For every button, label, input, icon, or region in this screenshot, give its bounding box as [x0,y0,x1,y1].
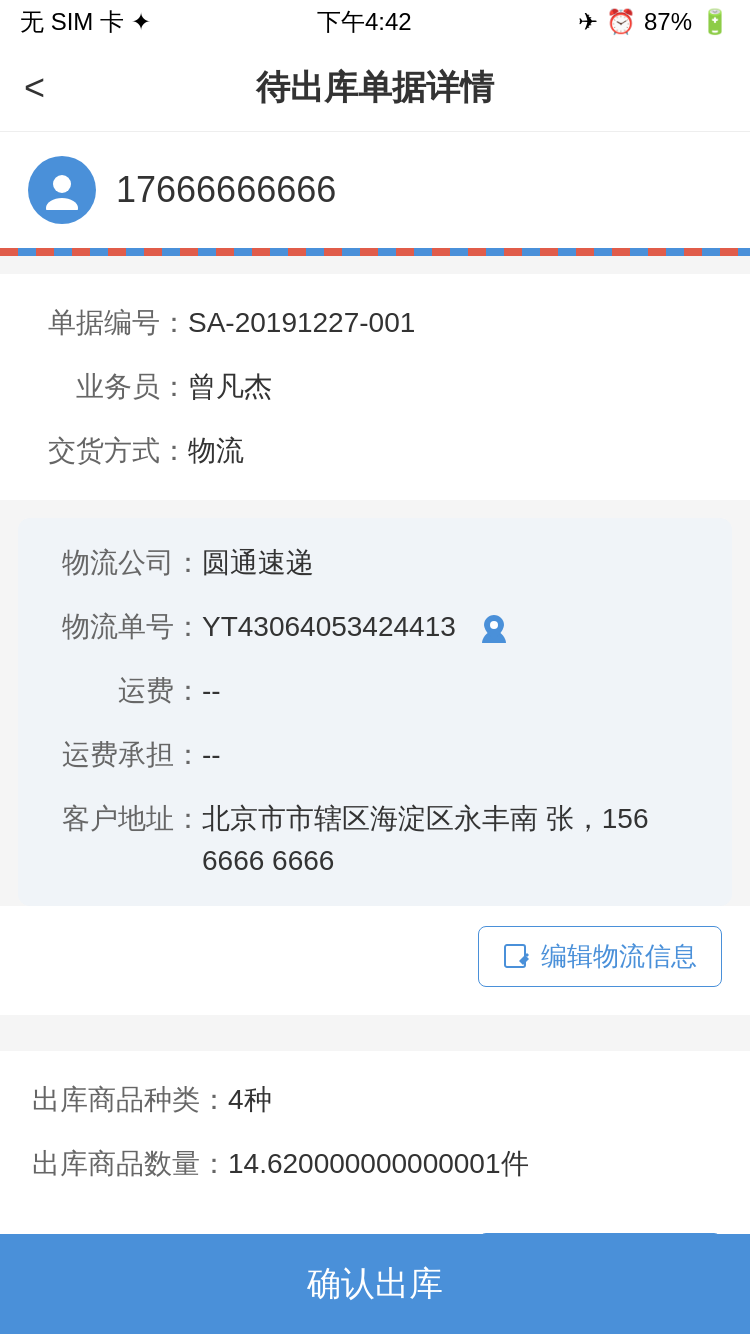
battery-icon: 🔋 [700,8,730,36]
company-label: 物流公司： [42,542,202,582]
document-no-row: 单据编号： SA-20191227-001 [28,302,722,344]
svg-point-0 [53,175,71,193]
goods-types-value: 4种 [228,1079,722,1121]
user-icon [42,170,82,210]
edit-logistics-button[interactable]: 编辑物流信息 [478,926,722,987]
svg-point-1 [46,198,78,210]
status-bar: 无 SIM 卡 ✦ 下午4:42 ✈ ⏰ 87% 🔋 [0,0,750,44]
page-title: 待出库单据详情 [256,65,494,111]
logistics-card: 物流公司： 圆通速递 物流单号： YT43064053424413 运费： --… [18,518,732,906]
goods-quantity-label: 出库商品数量： [28,1143,228,1183]
document-no-value: SA-20191227-001 [188,302,722,344]
delivery-label: 交货方式： [28,430,188,470]
address-label: 客户地址： [42,798,202,838]
address-row: 客户地址： 北京市市辖区海淀区永丰南 张，156 6666 6666 [42,798,708,882]
freight-label: 运费： [42,670,202,710]
battery-level: 87% [644,8,692,36]
delivery-value: 物流 [188,430,722,472]
goods-types-label: 出库商品种类： [28,1079,228,1119]
edit-logistics-label: 编辑物流信息 [541,939,697,974]
divider-1 [0,1015,750,1033]
basic-info-section: 单据编号： SA-20191227-001 业务员： 曾凡杰 交货方式： 物流 [0,274,750,500]
freight-bearer-label: 运费承担： [42,734,202,774]
salesman-label: 业务员： [28,366,188,406]
location-icon-status: ✈ [578,8,598,36]
edit-icon [503,943,531,971]
alarm-icon: ⏰ [606,8,636,36]
location-icon[interactable] [476,609,512,645]
confirm-button-label: 确认出库 [307,1261,443,1307]
tracking-row: 物流单号： YT43064053424413 [42,606,708,648]
avatar [28,156,96,224]
delivery-row: 交货方式： 物流 [28,430,722,472]
goods-types-row: 出库商品种类： 4种 [28,1079,722,1121]
edit-logistics-section: 编辑物流信息 [0,906,750,1015]
customer-phone: 17666666666 [116,169,336,211]
back-button[interactable]: < [24,67,45,109]
goods-quantity-row: 出库商品数量： 14.620000000000001件 [28,1143,722,1185]
company-value: 圆通速递 [202,542,708,584]
goods-quantity-value: 14.620000000000001件 [228,1143,722,1185]
address-value: 北京市市辖区海淀区永丰南 张，156 6666 6666 [202,798,708,882]
salesman-value: 曾凡杰 [188,366,722,408]
salesman-row: 业务员： 曾凡杰 [28,366,722,408]
status-right: ✈ ⏰ 87% 🔋 [578,8,730,36]
status-left: 无 SIM 卡 ✦ [20,6,151,38]
company-row: 物流公司： 圆通速递 [42,542,708,584]
freight-row: 运费： -- [42,670,708,712]
freight-bearer-value: -- [202,734,708,776]
customer-header: 17666666666 [0,132,750,248]
status-time: 下午4:42 [317,6,412,38]
nav-bar: < 待出库单据详情 [0,44,750,132]
decorative-border [0,248,750,256]
goods-section: 出库商品种类： 4种 出库商品数量： 14.620000000000001件 [0,1051,750,1213]
freight-bearer-row: 运费承担： -- [42,734,708,776]
svg-point-4 [490,621,498,629]
sim-status: 无 SIM 卡 ✦ [20,6,151,38]
document-no-label: 单据编号： [28,302,188,342]
tracking-value: YT43064053424413 [202,606,708,648]
tracking-label: 物流单号： [42,606,202,646]
freight-value: -- [202,670,708,712]
confirm-bar[interactable]: 确认出库 [0,1234,750,1334]
